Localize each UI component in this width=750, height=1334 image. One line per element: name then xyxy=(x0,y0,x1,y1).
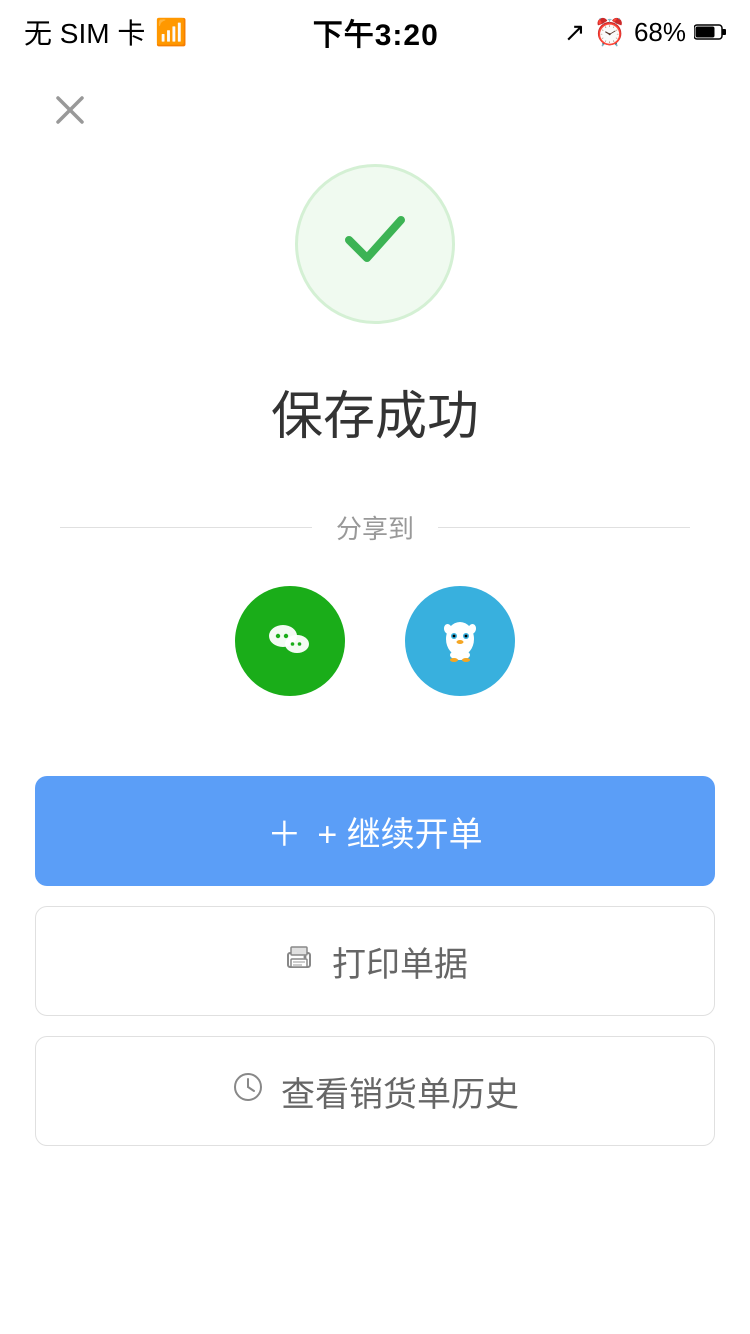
action-buttons: ＋ + 继续开单 打印单据 xyxy=(35,776,715,1146)
print-label: 打印单据 xyxy=(332,937,468,986)
alarm-icon: ⏰ xyxy=(594,17,626,48)
history-button[interactable]: 查看销货单历史 xyxy=(35,1036,715,1146)
checkmark-icon xyxy=(335,198,415,291)
divider-line-left xyxy=(60,527,312,528)
plus-icon: ＋ xyxy=(267,807,301,856)
printer-icon xyxy=(282,940,316,983)
main-content: 保存成功 分享到 xyxy=(0,64,750,1146)
status-bar: 无 SIM 卡 📶 下午3:20 ↗ ⏰ 68% xyxy=(0,0,750,64)
status-time: 下午3:20 xyxy=(313,10,439,54)
status-left: 无 SIM 卡 📶 xyxy=(24,12,188,52)
share-qq-button[interactable] xyxy=(405,586,515,696)
status-right: ↗ ⏰ 68% xyxy=(564,17,726,48)
success-icon-circle xyxy=(295,164,455,324)
continue-label: + 继续开单 xyxy=(317,807,482,856)
wifi-icon: 📶 xyxy=(155,17,187,48)
share-wechat-button[interactable] xyxy=(235,586,345,696)
close-button[interactable] xyxy=(40,80,100,140)
share-label: 分享到 xyxy=(312,509,438,546)
clock-icon xyxy=(231,1070,265,1113)
continue-button[interactable]: ＋ + 继续开单 xyxy=(35,776,715,886)
share-icons-row xyxy=(235,586,515,696)
success-title: 保存成功 xyxy=(271,374,479,449)
print-button[interactable]: 打印单据 xyxy=(35,906,715,1016)
divider-line-right xyxy=(438,527,690,528)
sim-label: 无 SIM 卡 xyxy=(24,12,145,52)
location-icon: ↗ xyxy=(564,17,586,48)
battery-label: 68% xyxy=(634,17,686,48)
history-label: 查看销货单历史 xyxy=(281,1067,519,1116)
battery-icon xyxy=(694,17,726,48)
share-divider: 分享到 xyxy=(0,509,750,546)
